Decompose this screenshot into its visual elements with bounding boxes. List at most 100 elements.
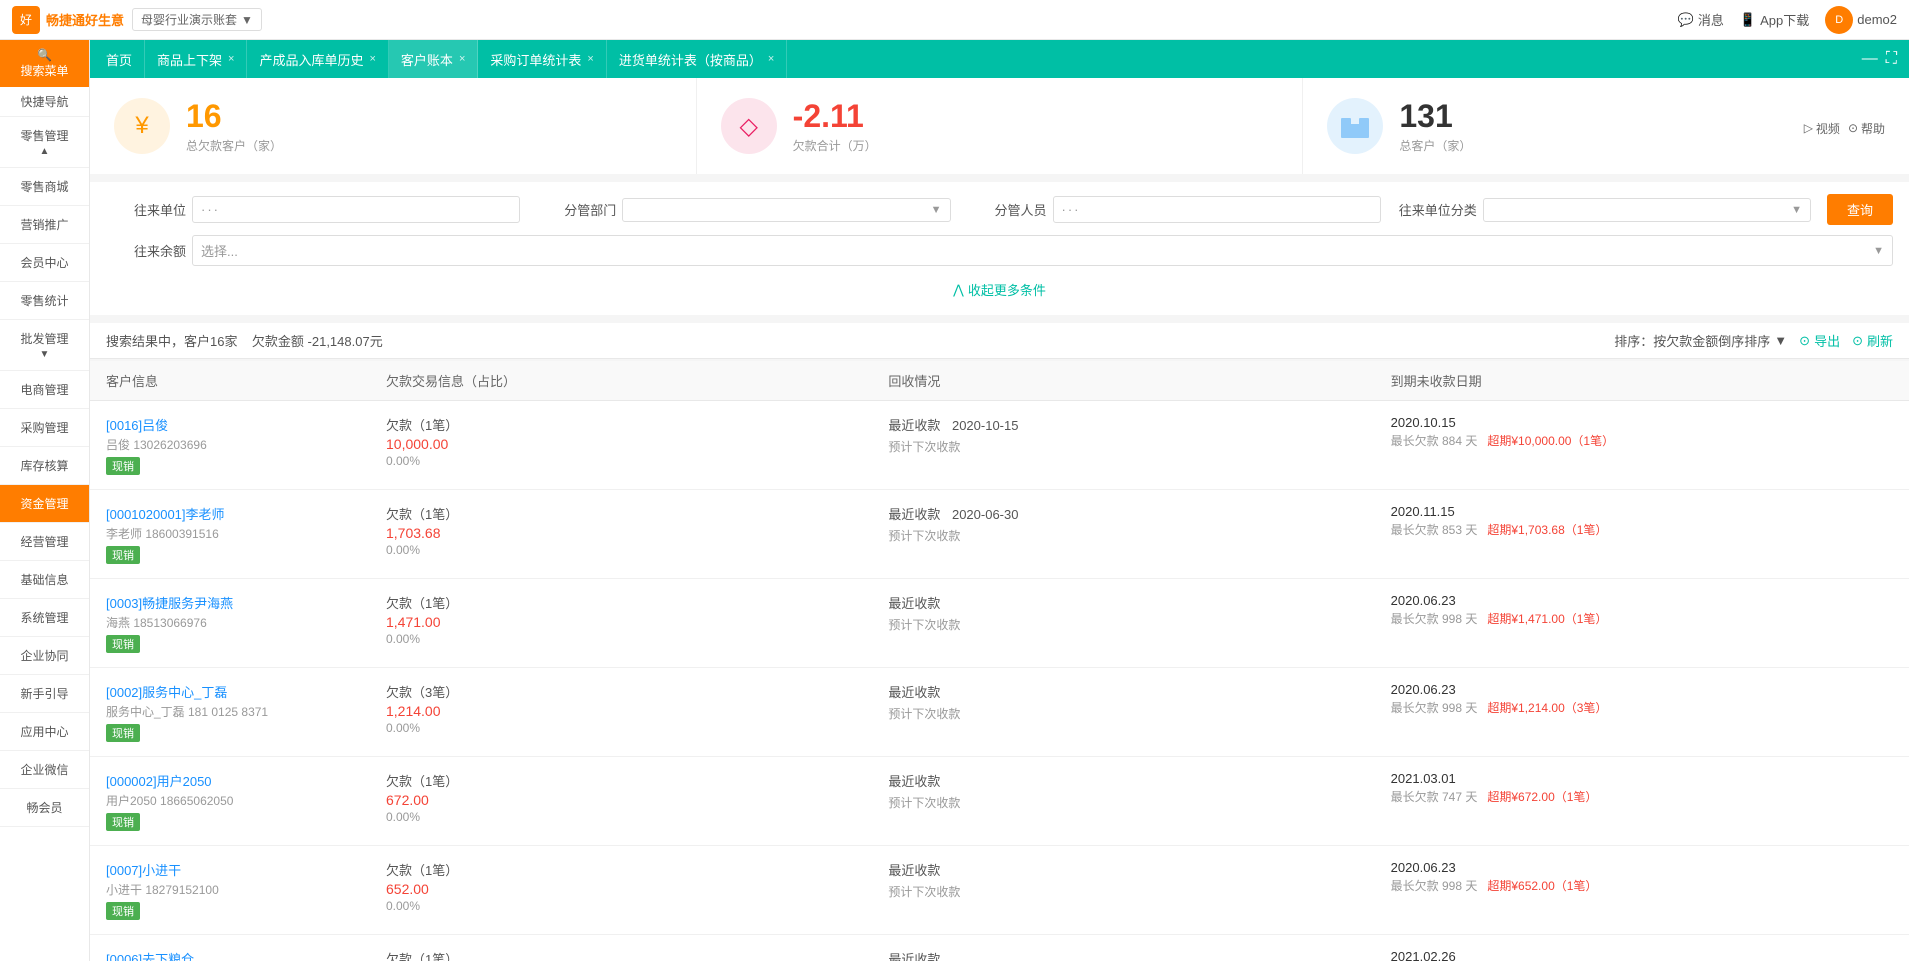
tab-close-purchase-summary[interactable]: × [587,53,593,65]
repay-info-4: 最近收款 预计下次收款 [888,771,1390,811]
quick-nav-btn[interactable]: 快捷导航 [0,87,89,117]
stat-card-total-customers: 131 总客户（家） ▷ 视频 ⊙ 帮助 [1303,78,1909,174]
date-overdue-3: 最长欠款 998 天 超期¥1,214.00（3笔） [1391,699,1893,716]
overdue-link-5[interactable]: 超期¥652.00（1笔） [1487,879,1597,893]
search-button[interactable]: 查询 [1827,194,1893,225]
sidebar-item-batch-mgmt[interactable]: 批发管理 ▼ [0,320,89,371]
date-info-1: 2020.11.15 最长欠款 853 天 超期¥1,703.68（1笔） [1391,504,1893,538]
customer-name-4[interactable]: [000002]用户2050 [106,771,386,790]
refresh-icon: ⊙ [1852,333,1863,349]
sidebar-item-new-guide[interactable]: 新手引导 [0,675,89,713]
sidebar-item-system[interactable]: 系统管理 [0,599,89,637]
tab-customer-account[interactable]: 客户账本 × [389,40,478,78]
sidebar-item-retail-stats[interactable]: 零售统计 [0,282,89,320]
date-overdue-1: 最长欠款 853 天 超期¥1,703.68（1笔） [1391,521,1893,538]
tab-bar-actions: — ⛶ [1854,50,1905,68]
user-action[interactable]: D demo2 [1825,6,1897,34]
overdue-link-0[interactable]: 超期¥10,000.00（1笔） [1487,434,1614,448]
date-overdue-2: 最长欠款 998 天 超期¥1,471.00（1笔） [1391,610,1893,627]
minimize-icon[interactable]: — [1862,50,1878,68]
overdue-link-2[interactable]: 超期¥1,471.00（1笔） [1487,612,1607,626]
sort-arrow-icon: ▼ [1774,333,1787,348]
debt-info-1: 欠款（1笔） 1,703.68 0.00% [386,504,888,557]
search-menu-btn[interactable]: 🔍 搜索菜单 [0,40,89,87]
date-value-0: 2020.10.15 [1391,415,1893,430]
date-overdue-5: 最长欠款 998 天 超期¥652.00（1笔） [1391,877,1893,894]
overdue-link-4[interactable]: 超期¥672.00（1笔） [1487,790,1597,804]
customer-phone-3: 服务中心_丁磊 181 0125 8371 [106,703,386,720]
page-content: ¥ 16 总欠款客户（家） ◇ -2.11 欠款合计（万） [90,78,1909,961]
chevron-down-icon: ▼ [241,13,253,27]
app-download-action[interactable]: 📱 App下载 [1740,10,1809,29]
unit-category-select[interactable]: ▼ [1483,198,1811,222]
message-icon: 💬 [1678,12,1694,28]
customer-info-0: [0016]吕俊 吕俊 13026203696 现销 [106,415,386,475]
chevron-icon: ▲ [40,146,50,157]
collapse-icon: ⋀ [953,282,964,298]
dept-select[interactable]: ▼ [622,198,950,222]
stats-row: ¥ 16 总欠款客户（家） ◇ -2.11 欠款合计（万） [90,78,1909,174]
sidebar-item-retail-mgmt[interactable]: 零售管理 ▲ [0,117,89,168]
sidebar-item-capital[interactable]: 资金管理 [0,485,89,523]
tab-purchase-product[interactable]: 进货单统计表（按商品） × [607,40,787,78]
sort-button[interactable]: 排序：按欠款金额倒序排序 ▼ [1614,331,1787,350]
sidebar-item-purchase[interactable]: 采购管理 [0,409,89,447]
store-selector[interactable]: 母婴行业演示账套 ▼ [132,8,262,31]
sidebar-item-enterprise-collab[interactable]: 企业协同 [0,637,89,675]
debt-info-4: 欠款（1笔） 672.00 0.00% [386,771,888,824]
customer-name-1[interactable]: [0001020001]李老师 [106,504,386,523]
maximize-icon[interactable]: ⛶ [1886,50,1897,68]
collapse-btn[interactable]: ⋀ 收起更多条件 [106,276,1893,303]
tab-purchase-summary[interactable]: 采购订单统计表 × [478,40,606,78]
results-actions: 排序：按欠款金额倒序排序 ▼ ⊙ 导出 ⊙ 刷新 [1614,331,1893,350]
message-action[interactable]: 💬 消息 [1678,10,1724,29]
logo-area: 好 畅捷通好生意 [12,6,124,34]
repay-last-0: 最近收款 2020-10-15 [888,415,1390,434]
help-btn[interactable]: ⊙ 帮助 [1848,120,1885,137]
customer-tag-1: 现销 [106,546,140,564]
tab-close-purchase-product[interactable]: × [768,53,774,65]
tab-product-history[interactable]: 产成品入库单历史 × [247,40,388,78]
sidebar-item-inventory[interactable]: 库存核算 [0,447,89,485]
tab-close-product-history[interactable]: × [369,53,375,65]
export-button[interactable]: ⊙ 导出 [1799,331,1840,350]
video-btn[interactable]: ▷ 视频 [1804,120,1840,137]
customer-name-3[interactable]: [0002]服务中心_丁磊 [106,682,386,701]
sidebar-item-member-center[interactable]: 会员中心 [0,244,89,282]
customer-info-2: [0003]畅捷服务尹海燕 海燕 18513066976 现销 [106,593,386,653]
topbar-left: 好 畅捷通好生意 母婴行业演示账套 ▼ [12,6,262,34]
sidebar-item-marketing[interactable]: 营销推广 [0,206,89,244]
tab-close-product-status[interactable]: × [228,53,234,65]
date-overdue-0: 最长欠款 884 天 超期¥10,000.00（1笔） [1391,432,1893,449]
date-value-6: 2021.02.26 [1391,949,1893,961]
tab-product-status[interactable]: 商品上下架 × [145,40,247,78]
customer-name-5[interactable]: [0007]小进干 [106,860,386,879]
filter-row-1: 往来单位 ··· 分管部门 ▼ 分管人员 [106,194,1893,225]
sidebar-item-ops[interactable]: 经营管理 [0,523,89,561]
sidebar-item-enterprise-wechat[interactable]: 企业微信 [0,751,89,789]
repay-info-2: 最近收款 预计下次收款 [888,593,1390,633]
from-unit-input[interactable]: ··· [192,196,520,223]
date-info-0: 2020.10.15 最长欠款 884 天 超期¥10,000.00（1笔） [1391,415,1893,449]
refresh-button[interactable]: ⊙ 刷新 [1852,331,1893,350]
stat-card-overdue-amount: ◇ -2.11 欠款合计（万） [697,78,1304,174]
manager-input[interactable]: ··· [1053,196,1381,223]
overdue-link-1[interactable]: 超期¥1,703.68（1笔） [1487,523,1607,537]
filter-area: 往来单位 ··· 分管部门 ▼ 分管人员 [90,182,1909,315]
sidebar-item-basic[interactable]: 基础信息 [0,561,89,599]
customer-name-0[interactable]: [0016]吕俊 [106,415,386,434]
sidebar-item-ecommerce[interactable]: 电商管理 [0,371,89,409]
customer-name-6[interactable]: [0006]去下粮仓 [106,949,386,961]
results-info: 搜索结果中，客户16家 欠款金额 -21,148.07元 [106,331,383,350]
customer-info-6: [0006]去下粮仓 陈小希 现销 [106,949,386,961]
customer-name-2[interactable]: [0003]畅捷服务尹海燕 [106,593,386,612]
balance-select[interactable]: 选择... ▼ [192,235,1893,266]
sidebar-item-app-center[interactable]: 应用中心 [0,713,89,751]
search-icon: 🔍 [37,48,52,62]
tab-close-customer-account[interactable]: × [459,53,465,65]
sidebar-item-premium[interactable]: 畅会员 [0,789,89,827]
tab-home[interactable]: 首页 [94,40,145,78]
sidebar-item-retail-shop[interactable]: 零售商城 [0,168,89,206]
customer-tag-5: 现销 [106,902,140,920]
overdue-link-3[interactable]: 超期¥1,214.00（3笔） [1487,701,1607,715]
